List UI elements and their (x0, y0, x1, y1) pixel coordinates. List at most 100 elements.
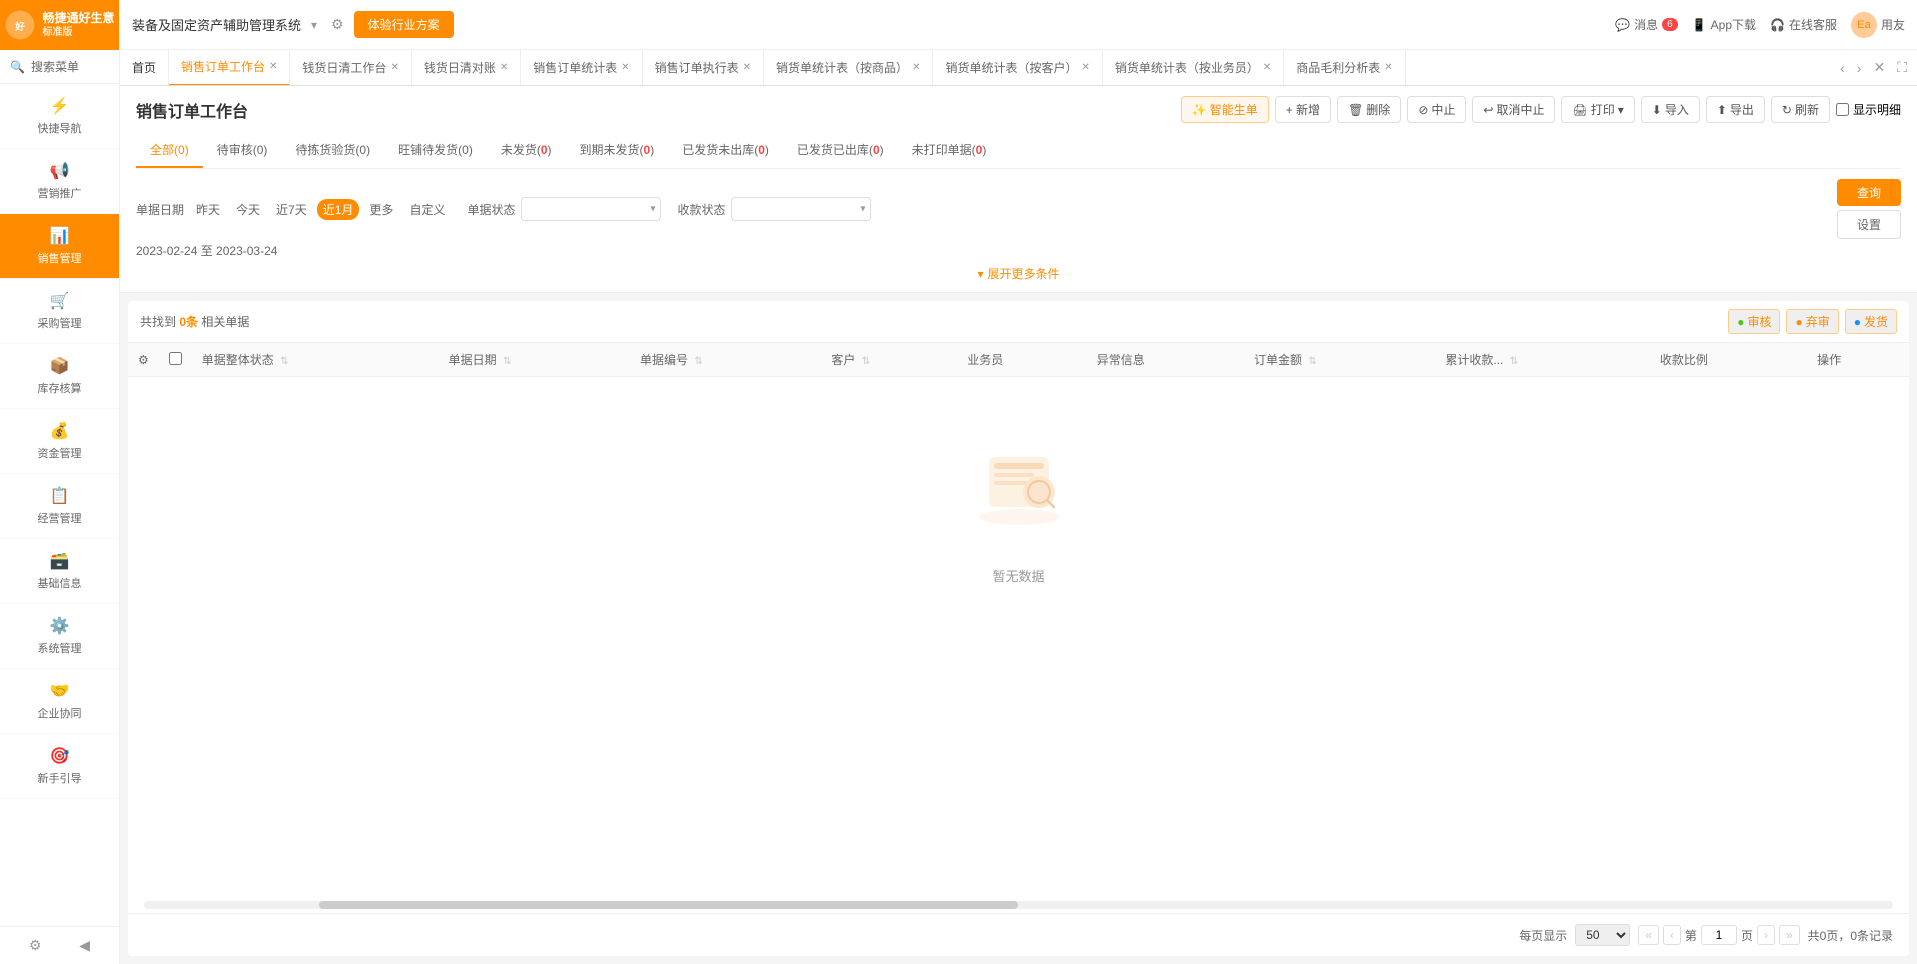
messages-button[interactable]: 💬 消息 6 (1615, 16, 1678, 33)
date-opt-yesterday[interactable]: 昨天 (190, 199, 226, 220)
tab-product-margin-close[interactable]: ✕ (1384, 62, 1392, 73)
import-button[interactable]: ⬇ 导入 (1641, 96, 1700, 123)
ai-create-button[interactable]: ✨ 智能生单 (1181, 96, 1269, 123)
collapse-icon[interactable]: ◀ (79, 937, 90, 954)
system-icon: ⚙️ (50, 616, 70, 636)
horizontal-scrollbar[interactable] (144, 901, 1893, 909)
sidebar-item-enterprise[interactable]: 🤝 企业协同 (0, 669, 119, 734)
subtab-shipped-not-out[interactable]: 已发货未出库(0) (668, 133, 783, 168)
sidebar-item-inventory[interactable]: 📦 库存核算 (0, 344, 119, 409)
col-number-label: 单据编号 (640, 353, 688, 367)
subtab-pending-inspection[interactable]: 待拣货验货(0) (281, 133, 384, 168)
sidebar-item-operations[interactable]: 📋 经营管理 (0, 474, 119, 539)
sort-date-icon[interactable]: ⇅ (503, 356, 511, 367)
next-page-button[interactable]: › (1757, 925, 1775, 945)
online-service-button[interactable]: 🎧 在线客服 (1770, 16, 1837, 33)
topbar-gear-icon[interactable]: ⚙ (331, 16, 344, 33)
subtab-pending-review[interactable]: 待审核(0) (203, 133, 282, 168)
tab-cash-reconcile[interactable]: 钱货日清对账 ✕ (412, 50, 521, 86)
sidebar-item-finance[interactable]: 💰 资金管理 (0, 409, 119, 474)
tab-sales-stats-staff-close[interactable]: ✕ (1263, 62, 1271, 73)
sidebar-item-purchase[interactable]: 🛒 采购管理 (0, 279, 119, 344)
first-page-button[interactable]: « (1638, 925, 1659, 945)
sort-collected-icon[interactable]: ⇅ (1510, 356, 1518, 367)
show-detail-checkbox-label[interactable]: 显示明细 (1836, 101, 1901, 118)
tab-sales-stats[interactable]: 销售订单统计表 ✕ (521, 50, 642, 86)
sort-status-icon[interactable]: ⇅ (280, 356, 288, 367)
date-opt-7days[interactable]: 近7天 (270, 199, 313, 220)
last-page-button[interactable]: » (1779, 925, 1800, 945)
query-button[interactable]: 查询 (1837, 179, 1901, 206)
app-download-button[interactable]: 📱 App下载 (1692, 16, 1756, 33)
sort-amount-icon[interactable]: ⇅ (1308, 356, 1316, 367)
refresh-button[interactable]: ↻ 刷新 (1771, 96, 1830, 123)
expand-row: ▾ 展开更多条件 (136, 259, 1901, 282)
print-button[interactable]: 🖨 打印 ▾ (1561, 96, 1634, 123)
suspend-button[interactable]: ⊘ 中止 (1407, 96, 1466, 123)
tab-cash-daily-close[interactable]: ✕ (390, 62, 398, 73)
tab-fullscreen[interactable]: ⛶ (1893, 57, 1911, 78)
sidebar-item-system[interactable]: ⚙️ 系统管理 (0, 604, 119, 669)
tab-sales-execute-close[interactable]: ✕ (743, 62, 751, 73)
tab-sales-stats-product[interactable]: 销货单统计表（按商品） ✕ (764, 50, 933, 86)
subtab-wangpu-pending[interactable]: 旺铺待发货(0) (384, 133, 487, 168)
tab-scroll-right[interactable]: › (1853, 58, 1866, 78)
cancel-suspend-button[interactable]: ↩ 取消中止 (1472, 96, 1555, 123)
select-all-checkbox[interactable] (169, 352, 182, 365)
new-button[interactable]: + 新增 (1275, 96, 1331, 123)
tab-cash-daily[interactable]: 钱货日清工作台 ✕ (290, 50, 411, 86)
topbar-dropdown-arrow[interactable]: ▾ (311, 18, 317, 32)
set-button[interactable]: 设置 (1837, 210, 1901, 239)
sort-number-icon[interactable]: ⇅ (694, 356, 702, 367)
tab-sales-execute[interactable]: 销售订单执行表 ✕ (643, 50, 764, 86)
sidebar-item-marketing[interactable]: 📢 营销推广 (0, 149, 119, 214)
expand-filter-button[interactable]: ▾ 展开更多条件 (977, 265, 1059, 282)
sidebar-item-guide[interactable]: 🎯 新手引导 (0, 734, 119, 799)
scrollbar-thumb[interactable] (319, 901, 1019, 909)
table-scroll[interactable]: ⚙ 单据整体状态 ⇅ 单据日期 ⇅ (128, 343, 1909, 897)
status-select[interactable] (521, 197, 661, 221)
page-size-select[interactable]: 50 100 200 (1575, 924, 1630, 946)
tab-scroll-left[interactable]: ‹ (1836, 58, 1849, 78)
prev-page-button[interactable]: ‹ (1663, 925, 1681, 945)
cancel-review-button[interactable]: ● 弃审 (1786, 309, 1838, 334)
sidebar-item-sales[interactable]: 📊 销售管理 (0, 214, 119, 279)
tab-close-all[interactable]: ✕ (1869, 57, 1889, 78)
tab-sales-stats-customer[interactable]: 销货单统计表（按客户） ✕ (933, 50, 1102, 86)
solution-button[interactable]: 体验行业方案 (354, 11, 454, 38)
date-opt-more[interactable]: 更多 (363, 199, 399, 220)
tab-sales-stats-product-close[interactable]: ✕ (912, 62, 920, 73)
settings-col-icon[interactable]: ⚙ (138, 353, 149, 367)
subtab-overdue-not-shipped[interactable]: 到期未发货(0) (566, 133, 669, 168)
sidebar-item-basic-info[interactable]: 🗃️ 基础信息 (0, 539, 119, 604)
payment-select[interactable] (731, 197, 871, 221)
page-input[interactable] (1701, 925, 1737, 945)
subtab-not-shipped[interactable]: 未发货(0) (487, 133, 566, 168)
sidebar-item-quick-nav[interactable]: ⚡ 快捷导航 (0, 84, 119, 149)
user-area[interactable]: Ea 用友 (1851, 12, 1905, 38)
review-button[interactable]: ● 审核 (1728, 309, 1780, 334)
tab-product-margin[interactable]: 商品毛利分析表 ✕ (1284, 50, 1405, 86)
date-filter: 单据日期 昨天 今天 近7天 近1月 更多 自定义 (136, 199, 451, 220)
date-opt-1month[interactable]: 近1月 (317, 199, 360, 220)
tab-sales-stats-customer-close[interactable]: ✕ (1081, 62, 1089, 73)
date-opt-custom[interactable]: 自定义 (403, 199, 451, 220)
show-detail-checkbox[interactable] (1836, 103, 1849, 116)
tab-sales-stats-close[interactable]: ✕ (621, 62, 629, 73)
ship-button[interactable]: ● 发货 (1845, 309, 1897, 334)
tab-home[interactable]: 首页 (120, 50, 169, 86)
date-opt-today[interactable]: 今天 (230, 199, 266, 220)
tab-cash-reconcile-close[interactable]: ✕ (500, 62, 508, 73)
subtab-not-printed[interactable]: 未打印单据(0) (898, 133, 1001, 168)
tab-sales-order[interactable]: 销售订单工作台 ✕ (169, 50, 290, 86)
subtab-not-printed-label: 未打印单据 (912, 143, 972, 157)
sidebar-search[interactable]: 🔍 搜索菜单 (0, 50, 119, 84)
subtab-all[interactable]: 全部(0) (136, 133, 203, 168)
delete-button[interactable]: 🗑 删除 (1337, 96, 1401, 123)
tab-sales-order-close[interactable]: ✕ (269, 61, 277, 72)
sort-customer-icon[interactable]: ⇅ (862, 356, 870, 367)
export-button[interactable]: ⬆ 导出 (1706, 96, 1765, 123)
settings-gear-icon[interactable]: ⚙ (29, 937, 42, 954)
tab-sales-stats-staff[interactable]: 销货单统计表（按业务员） ✕ (1103, 50, 1284, 86)
subtab-shipped-out[interactable]: 已发货已出库(0) (783, 133, 898, 168)
